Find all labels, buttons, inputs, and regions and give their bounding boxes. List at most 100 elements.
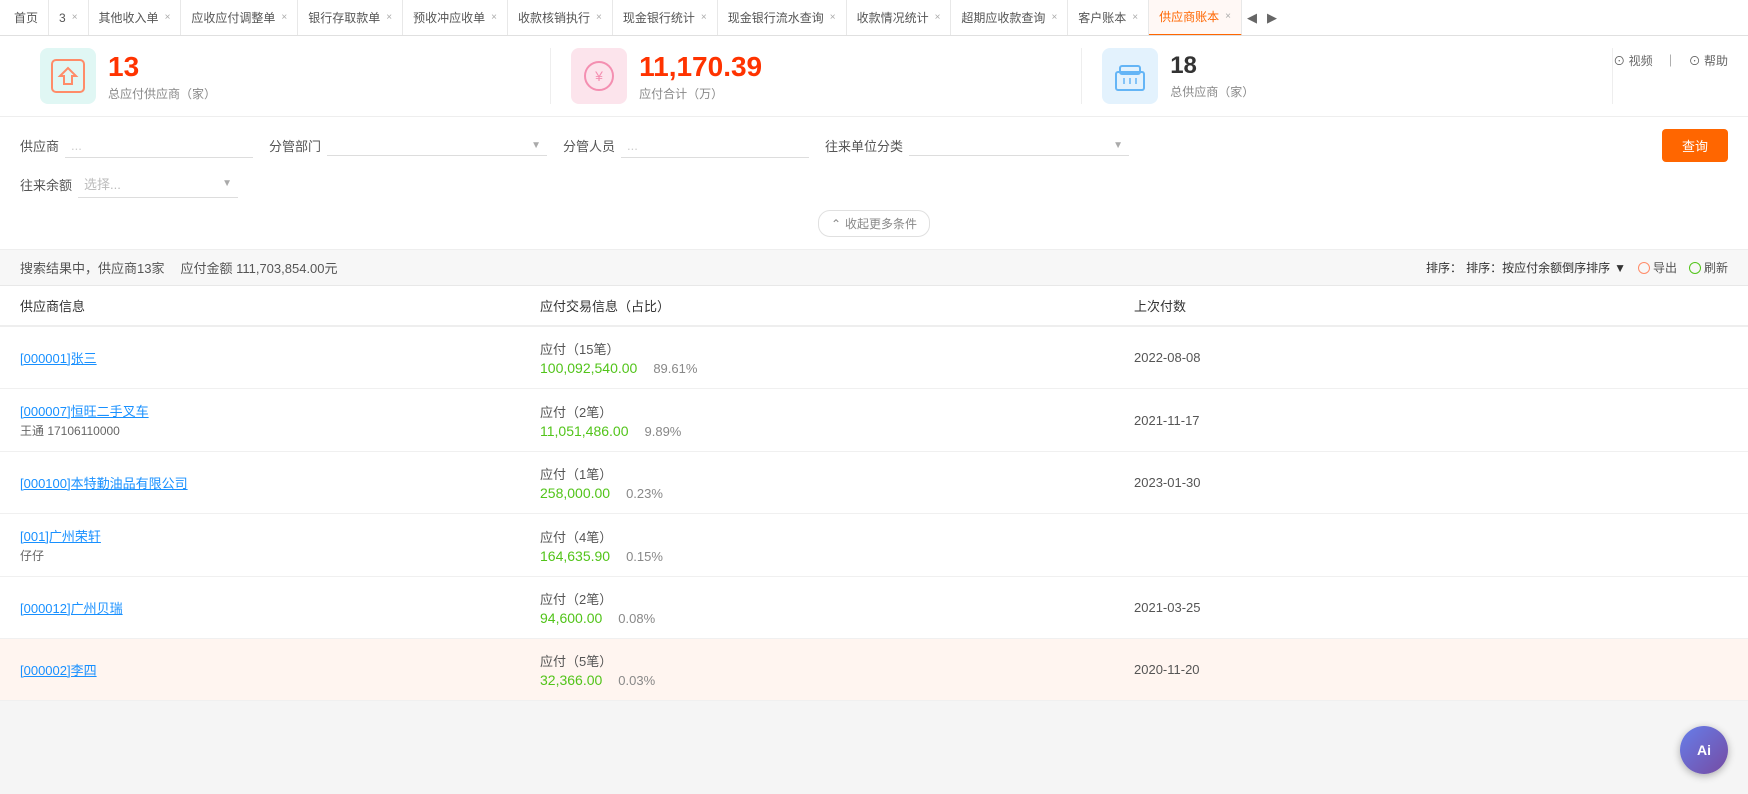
trans-label-2: 应付（2笔）	[540, 402, 1134, 421]
payable-amount-number: 11,170.39	[639, 50, 762, 84]
person-label: 分管人员	[563, 136, 615, 155]
refresh-icon	[1689, 262, 1701, 274]
sort-dropdown-arrow: ▼	[1614, 261, 1626, 275]
summary-card-payable-suppliers: 13 总应付供应商（家）	[20, 48, 551, 104]
nav-next-arrow[interactable]: ▶	[1262, 0, 1282, 36]
supplier-link-4[interactable]: [001]广州荣轩	[20, 529, 101, 544]
last-pay-6: 2020-11-20	[1134, 662, 1728, 677]
nav-tab-ar-ap-adjust[interactable]: 应收应付调整单 ×	[181, 0, 298, 36]
close-tab-payment-verify[interactable]: ×	[596, 12, 602, 23]
last-pay-3: 2023-01-30	[1134, 475, 1728, 490]
close-tab-customer-ledger[interactable]: ×	[1132, 12, 1138, 23]
supplier-link-1[interactable]: [000001]张三	[20, 351, 97, 366]
col-header-transaction: 应付交易信息（占比）	[540, 296, 1134, 315]
trans-amount-5: 94,600.00	[540, 610, 602, 626]
ai-button[interactable]: Ai	[1680, 726, 1728, 774]
close-tab-prepay-collect[interactable]: ×	[491, 12, 497, 23]
filter-row-1: 供应商 分管部门 ▼ 分管人员 往来单位分类 ▼ 查询	[20, 129, 1728, 162]
dept-dropdown-arrow: ▼	[531, 140, 541, 151]
supplier-label: 供应商	[20, 136, 59, 155]
col-header-supplier: 供应商信息	[20, 296, 540, 315]
supplier-link-6[interactable]: [000002]李四	[20, 663, 97, 678]
close-tab-cash-bank-flow[interactable]: ×	[830, 12, 836, 23]
nav-prev-arrow[interactable]: ◀	[1242, 0, 1262, 36]
supplier-link-2[interactable]: [000007]恒旺二手叉车	[20, 404, 149, 419]
close-tab-bank-deposit[interactable]: ×	[386, 12, 392, 23]
nav-tab-customer-ledger[interactable]: 客户账本 ×	[1068, 0, 1149, 36]
nav-tab-other-income[interactable]: 其他收入单 ×	[89, 0, 182, 36]
summary-card-total-suppliers: 18 总供应商（家）	[1082, 48, 1613, 104]
supplier-input[interactable]	[65, 134, 253, 158]
supplier-link-3[interactable]: [000100]本特勤油品有限公司	[20, 476, 188, 491]
top-navigation: 首页 3 × 其他收入单 × 应收应付调整单 × 银行存取款单 × 预收冲应收单…	[0, 0, 1748, 36]
total-suppliers-number: 18	[1170, 52, 1254, 81]
video-link[interactable]: ⊙ 视频	[1613, 52, 1652, 69]
help-link[interactable]: ⊙ 帮助	[1689, 52, 1728, 69]
close-tab-supplier-ledger[interactable]: ×	[1225, 11, 1231, 22]
sort-select[interactable]: 排序： 排序：按应付余额倒序排序 ▼	[1426, 259, 1626, 276]
close-tab-ar-ap-adjust[interactable]: ×	[281, 12, 287, 23]
trans-label-6: 应付（5笔）	[540, 651, 1134, 670]
nav-tab-bank-deposit[interactable]: 银行存取款单 ×	[298, 0, 403, 36]
refresh-button[interactable]: 刷新	[1689, 259, 1728, 276]
nav-tab-overdue-query[interactable]: 超期应收款查询 ×	[951, 0, 1068, 36]
last-pay-1: 2022-08-08	[1134, 350, 1728, 365]
filter-supplier: 供应商	[20, 134, 253, 158]
export-icon	[1638, 262, 1650, 274]
svg-text:¥: ¥	[594, 68, 603, 84]
dept-select[interactable]: ▼	[327, 136, 547, 156]
payable-suppliers-number: 13	[108, 50, 216, 84]
supplier-info-6: [000002]李四	[20, 660, 540, 679]
nav-tab-supplier-ledger[interactable]: 供应商账本 ×	[1149, 0, 1242, 36]
result-prefix: 搜索结果中，供应商13家	[20, 258, 164, 277]
filter-person: 分管人员	[563, 134, 809, 158]
trans-amount-1: 100,092,540.00	[540, 360, 637, 376]
trans-label-4: 应付（4笔）	[540, 527, 1134, 546]
query-button[interactable]: 查询	[1662, 129, 1728, 162]
ai-label: Ai	[1697, 742, 1711, 758]
nav-tab-home[interactable]: 首页	[4, 0, 49, 36]
help-separator: ｜	[1665, 52, 1677, 69]
table-row: [000100]本特勤油品有限公司 应付（1笔） 258,000.00 0.23…	[0, 452, 1748, 514]
trans-label-5: 应付（2笔）	[540, 589, 1134, 608]
trans-pct-4: 0.15%	[626, 549, 663, 564]
category-select[interactable]: ▼	[909, 136, 1129, 156]
balance-dropdown-arrow: ▼	[222, 178, 232, 189]
close-tab-overdue-query[interactable]: ×	[1051, 12, 1057, 23]
supplier-sub-2: 王通 17106110000	[20, 422, 540, 439]
table-header-row: 供应商信息 应付交易信息（占比） 上次付数	[0, 286, 1748, 327]
person-input[interactable]	[621, 134, 809, 158]
data-table: 供应商信息 应付交易信息（占比） 上次付数 [000001]张三 应付（15笔）…	[0, 286, 1748, 701]
balance-select[interactable]: 选择... ▼	[78, 170, 238, 198]
table-row: [001]广州荣轩 仔仔 应付（4笔） 164,635.90 0.15%	[0, 514, 1748, 577]
collapse-up-icon: ⌃	[831, 217, 841, 231]
result-amount: 应付金额 111,703,854.00元	[180, 258, 337, 277]
table-row: [000001]张三 应付（15笔） 100,092,540.00 89.61%…	[0, 327, 1748, 389]
nav-tab-prepay-collect[interactable]: 预收冲应收单 ×	[403, 0, 508, 36]
sort-label: 排序：按应付余额倒序排序	[1466, 259, 1610, 276]
trans-label-3: 应付（1笔）	[540, 464, 1134, 483]
close-tab-cash-bank-stats[interactable]: ×	[701, 12, 707, 23]
trans-pct-2: 9.89%	[645, 424, 682, 439]
close-tab-payment-stats[interactable]: ×	[935, 12, 941, 23]
filter-area: 供应商 分管部门 ▼ 分管人员 往来单位分类 ▼ 查询 往来余额 选择	[0, 117, 1748, 250]
export-button[interactable]: 导出	[1638, 259, 1677, 276]
trans-amount-6: 32,366.00	[540, 672, 602, 688]
collapse-button[interactable]: ⌃ 收起更多条件	[818, 210, 930, 237]
nav-tab-payment-verify[interactable]: 收款核销执行 ×	[508, 0, 613, 36]
close-tab-other-income[interactable]: ×	[165, 12, 171, 23]
close-tab-3[interactable]: ×	[72, 12, 78, 23]
nav-tab-3[interactable]: 3 ×	[49, 0, 89, 36]
last-pay-5: 2021-03-25	[1134, 600, 1728, 615]
trans-label-1: 应付（15笔）	[540, 339, 1134, 358]
nav-tab-cash-bank-stats[interactable]: 现金银行统计 ×	[613, 0, 718, 36]
trans-pct-5: 0.08%	[618, 611, 655, 626]
trans-amount-2: 11,051,486.00	[540, 423, 629, 439]
refresh-label: 刷新	[1704, 259, 1728, 276]
trans-amount-3: 258,000.00	[540, 485, 610, 501]
nav-tab-payment-stats[interactable]: 收款情况统计 ×	[847, 0, 952, 36]
filter-balance: 往来余额 选择... ▼	[20, 170, 238, 198]
trans-pct-6: 0.03%	[618, 673, 655, 688]
supplier-link-5[interactable]: [000012]广州贝瑞	[20, 601, 123, 616]
nav-tab-cash-bank-flow[interactable]: 现金银行流水查询 ×	[718, 0, 847, 36]
